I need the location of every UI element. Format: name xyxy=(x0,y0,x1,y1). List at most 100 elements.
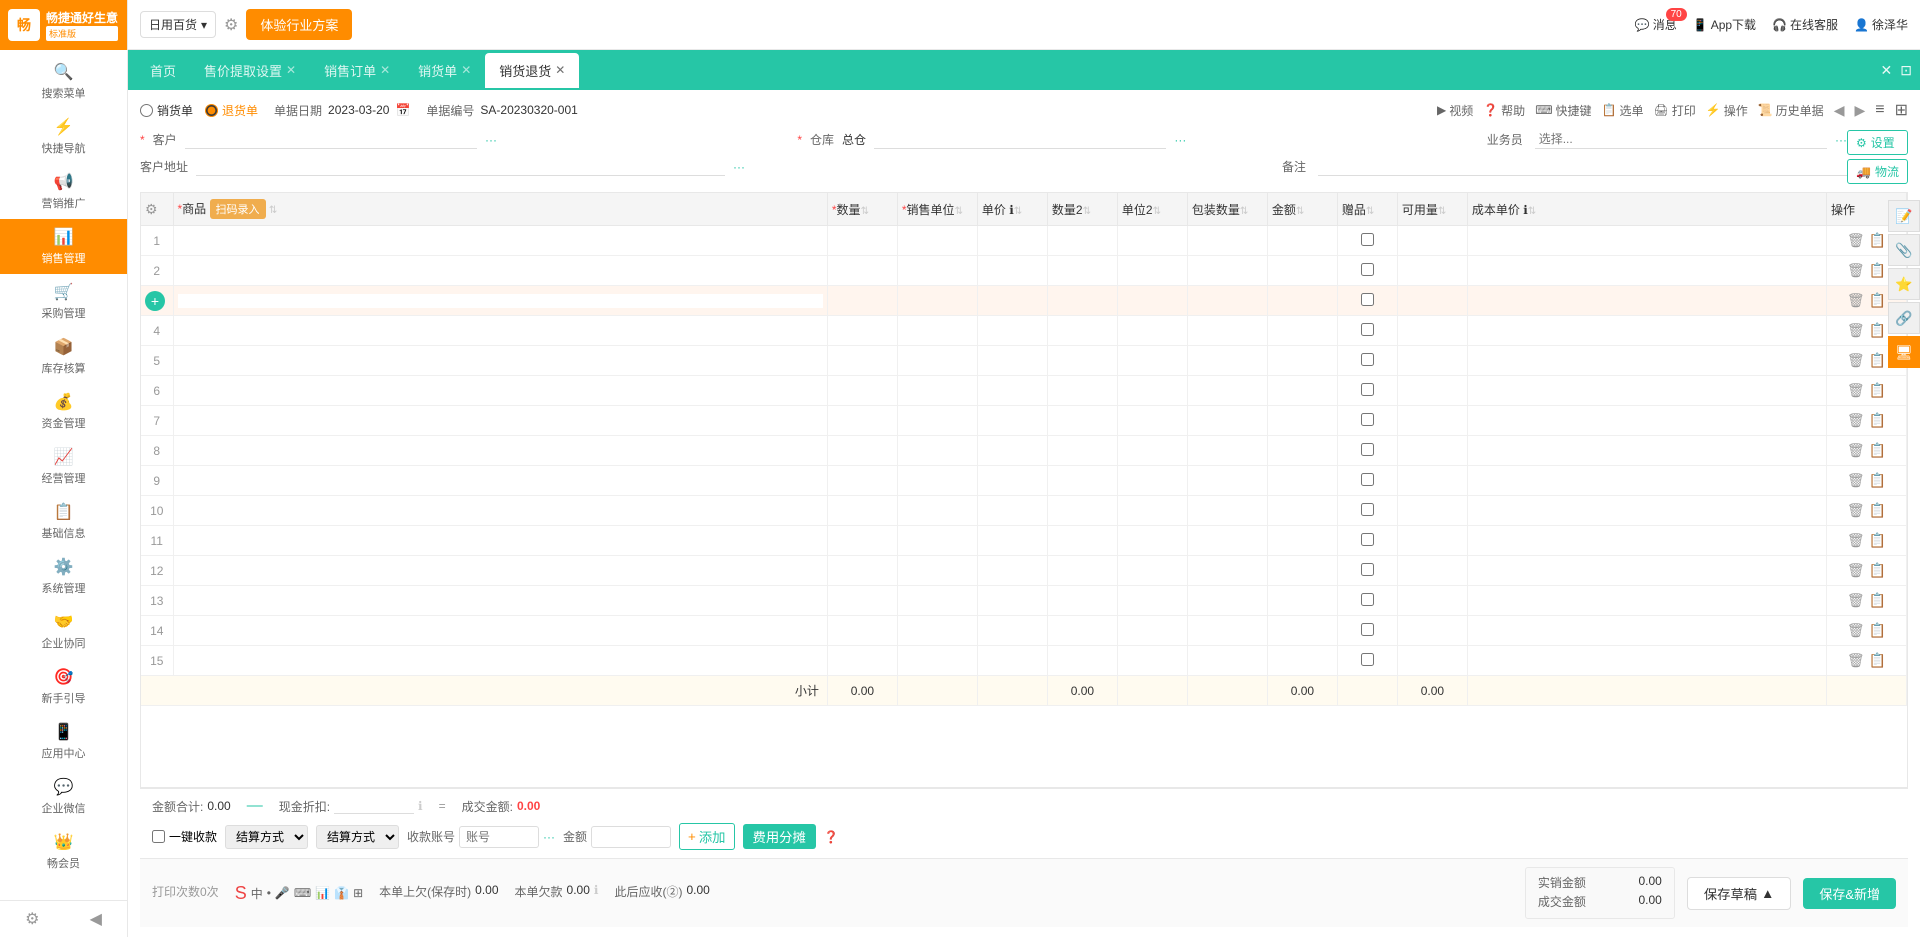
row-gift-cell[interactable] xyxy=(1337,496,1397,526)
tab-expand-icon[interactable]: ⊡ xyxy=(1900,62,1912,79)
row-amount-cell[interactable] xyxy=(1267,466,1337,496)
select-order-btn[interactable]: 📋 选单 xyxy=(1602,102,1644,119)
row-cost-cell[interactable] xyxy=(1467,226,1826,256)
row-available-cell[interactable] xyxy=(1397,526,1467,556)
row-delete-icon[interactable]: 🗑 xyxy=(1847,622,1865,639)
row-qty-cell[interactable] xyxy=(827,436,897,466)
tool-icon-2[interactable]: • xyxy=(267,886,271,900)
status-help-icon[interactable]: ℹ xyxy=(594,883,599,904)
row-qty2-cell[interactable] xyxy=(1047,226,1117,256)
sidebar-item-shortcut[interactable]: ⚡快捷导航 xyxy=(0,109,127,164)
row-amount-cell[interactable] xyxy=(1267,316,1337,346)
row-copy-icon[interactable]: 📋 xyxy=(1869,472,1886,489)
gift-checkbox[interactable] xyxy=(1361,623,1374,636)
row-qty2-cell[interactable] xyxy=(1047,586,1117,616)
row-price-cell[interactable] xyxy=(977,436,1047,466)
row-unit2-cell[interactable] xyxy=(1117,346,1187,376)
row-unit2-cell[interactable] xyxy=(1117,406,1187,436)
print-btn[interactable]: 🖨 打印 xyxy=(1654,102,1696,119)
row-pkg-cell[interactable] xyxy=(1187,346,1267,376)
footer-help-icon[interactable]: ❓ xyxy=(824,830,839,844)
gift-checkbox[interactable] xyxy=(1361,593,1374,606)
row-available-cell[interactable] xyxy=(1397,316,1467,346)
row-delete-icon[interactable]: 🗑 xyxy=(1847,502,1865,519)
row-available-cell[interactable] xyxy=(1397,556,1467,586)
row-delete-icon[interactable]: 🗑 xyxy=(1847,442,1865,459)
row-pkg-cell[interactable] xyxy=(1187,556,1267,586)
tool-icon-4[interactable]: ⌨ xyxy=(294,886,311,900)
row-copy-icon[interactable]: 📋 xyxy=(1869,232,1886,249)
row-delete-icon[interactable]: 🗑 xyxy=(1847,382,1865,399)
row-unit2-cell[interactable] xyxy=(1117,496,1187,526)
gift-checkbox[interactable] xyxy=(1361,293,1374,306)
row-unit-cell[interactable] xyxy=(897,556,977,586)
row-qty-cell[interactable] xyxy=(827,226,897,256)
gift-checkbox[interactable] xyxy=(1361,353,1374,366)
row-amount-cell[interactable] xyxy=(1267,226,1337,256)
row-unit-cell[interactable] xyxy=(897,586,977,616)
row-available-cell[interactable] xyxy=(1397,466,1467,496)
row-qty2-cell[interactable] xyxy=(1047,616,1117,646)
row-available-cell[interactable] xyxy=(1397,346,1467,376)
gift-checkbox[interactable] xyxy=(1361,383,1374,396)
row-delete-icon[interactable]: 🗑 xyxy=(1847,352,1865,369)
row-unit2-cell[interactable] xyxy=(1117,646,1187,676)
salesperson-dots-icon[interactable]: ··· xyxy=(1835,133,1847,147)
tab-home[interactable]: 首页 xyxy=(136,53,190,88)
help-btn[interactable]: ❓ 帮助 xyxy=(1483,102,1525,119)
row-available-cell[interactable] xyxy=(1397,436,1467,466)
row-gift-cell[interactable] xyxy=(1337,256,1397,286)
sidebar-item-purchase[interactable]: 🛒采购管理 xyxy=(0,274,127,329)
tool-icon-6[interactable]: 👔 xyxy=(334,886,349,900)
row-gift-cell[interactable] xyxy=(1337,436,1397,466)
row-product-cell[interactable] xyxy=(173,316,827,346)
row-cost-cell[interactable] xyxy=(1467,286,1826,316)
row-delete-icon[interactable]: 🗑 xyxy=(1847,262,1865,279)
row-unit-cell[interactable] xyxy=(897,406,977,436)
row-delete-icon[interactable]: 🗑 xyxy=(1847,592,1865,609)
add-row-button[interactable]: + xyxy=(145,291,165,311)
row-unit-cell[interactable] xyxy=(897,286,977,316)
sort-amount-icon[interactable]: ⇅ xyxy=(1296,206,1304,217)
row-cost-cell[interactable] xyxy=(1467,526,1826,556)
online-service-button[interactable]: 🎧 在线客服 xyxy=(1772,16,1838,33)
row-qty-cell[interactable] xyxy=(827,256,897,286)
sidebar-item-sales[interactable]: 📊销售管理 xyxy=(0,219,127,274)
row-delete-icon[interactable]: 🗑 xyxy=(1847,532,1865,549)
row-cost-cell[interactable] xyxy=(1467,646,1826,676)
sidebar-item-basic[interactable]: 📋基础信息 xyxy=(0,494,127,549)
row-delete-icon[interactable]: 🗑 xyxy=(1847,472,1865,489)
row-unit2-cell[interactable] xyxy=(1117,526,1187,556)
row-copy-icon[interactable]: 📋 xyxy=(1869,382,1886,399)
row-gift-cell[interactable] xyxy=(1337,316,1397,346)
split-expense-button[interactable]: 费用分摊 xyxy=(743,824,816,849)
row-qty2-cell[interactable] xyxy=(1047,646,1117,676)
row-unit-cell[interactable] xyxy=(897,616,977,646)
row-amount-cell[interactable] xyxy=(1267,406,1337,436)
row-pkg-cell[interactable] xyxy=(1187,526,1267,556)
radio-return[interactable]: 退货单 xyxy=(205,102,258,119)
sidebar-item-marketing[interactable]: 📢营销推广 xyxy=(0,164,127,219)
row-amount-cell[interactable] xyxy=(1267,436,1337,466)
row-qty-cell[interactable] xyxy=(827,496,897,526)
row-delete-icon[interactable]: 🗑 xyxy=(1847,562,1865,579)
row-copy-icon[interactable]: 📋 xyxy=(1869,412,1886,429)
row-pkg-cell[interactable] xyxy=(1187,376,1267,406)
tab-price-settings[interactable]: 售价提取设置✕ xyxy=(190,53,310,88)
row-unit-cell[interactable] xyxy=(897,466,977,496)
row-cost-cell[interactable] xyxy=(1467,586,1826,616)
sidebar-item-apps[interactable]: 📱应用中心 xyxy=(0,714,127,769)
account-dots-icon[interactable]: ··· xyxy=(543,830,555,844)
sidebar-collapse-icon[interactable]: ◀ xyxy=(90,909,102,929)
row-pkg-cell[interactable] xyxy=(1187,316,1267,346)
row-cost-cell[interactable] xyxy=(1467,436,1826,466)
gift-checkbox[interactable] xyxy=(1361,443,1374,456)
nav-next-icon[interactable]: ▶ xyxy=(1854,102,1865,119)
discount-help-icon[interactable]: ℹ xyxy=(418,799,423,813)
calc-method-select[interactable]: 结算方式 xyxy=(316,825,399,849)
row-product-cell[interactable] xyxy=(173,466,827,496)
row-unit2-cell[interactable] xyxy=(1117,436,1187,466)
row-price-cell[interactable] xyxy=(977,646,1047,676)
float-btn-note[interactable]: 📝 xyxy=(1888,200,1920,232)
gift-checkbox[interactable] xyxy=(1361,563,1374,576)
